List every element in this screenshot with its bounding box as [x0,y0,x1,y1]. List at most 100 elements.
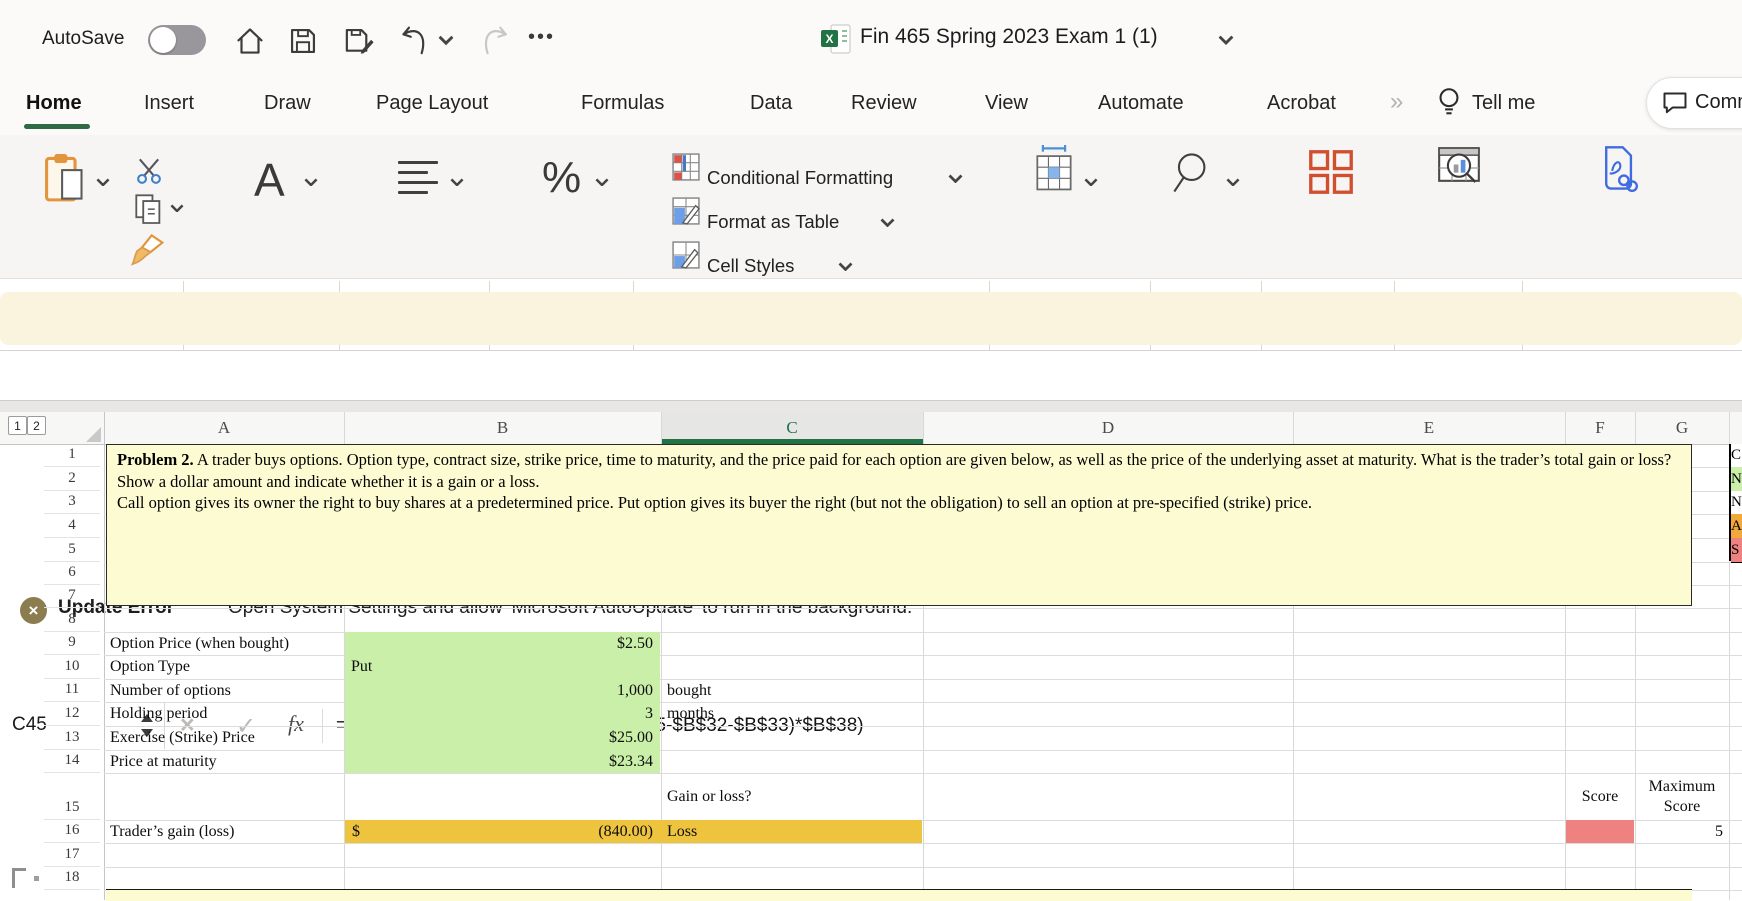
cell-B9[interactable]: $2.50 [350,632,653,655]
column-header-F[interactable]: F [1565,412,1636,444]
cell-B12[interactable]: 3 [350,702,653,726]
row-header-15[interactable]: 15 [44,773,100,820]
legend-cell-5[interactable]: S [1731,538,1742,563]
cells-chevron-icon[interactable] [1084,173,1098,187]
cell-B16-value[interactable]: (840.00) [350,820,653,843]
row-header-6[interactable]: 6 [44,562,100,585]
column-header-B[interactable]: B [344,412,662,444]
row-header-9[interactable]: 9 [44,632,100,655]
row-header-1[interactable]: 1 [44,444,100,467]
copy-icon[interactable] [134,193,164,224]
cell-C12[interactable]: months [667,702,867,726]
row-header-5[interactable]: 5 [44,538,100,562]
row-header-11[interactable]: 11 [44,679,100,702]
cell-B11[interactable]: 1,000 [350,679,653,702]
outline-level-1[interactable]: 1 [8,416,27,435]
tab-overflow-icon[interactable]: » [1390,88,1403,116]
tab-formulas[interactable]: Formulas [581,92,664,115]
cell-C15[interactable]: Gain or loss? [667,773,867,820]
select-all-corner[interactable] [86,427,101,442]
save-as-icon[interactable] [342,24,376,58]
column-header-A[interactable]: A [104,412,345,444]
conditional-formatting-menu[interactable]: Conditional Formatting [707,167,893,189]
column-header-G[interactable]: G [1635,412,1730,444]
add-ins-icon[interactable] [1308,149,1354,195]
row-header-3[interactable]: 3 [44,491,100,514]
row-header-7[interactable]: 7 [44,585,100,608]
cells-icon[interactable] [1034,145,1074,197]
undo-chevron-icon[interactable] [438,32,454,48]
cell-A11[interactable]: Number of options [110,679,340,702]
tab-automate[interactable]: Automate [1098,92,1184,115]
font-icon[interactable]: A [254,153,285,207]
cell-C11[interactable]: bought [667,679,867,702]
legend-cell-4[interactable]: A [1731,514,1742,539]
paste-icon[interactable] [44,152,88,208]
format-painter-icon[interactable] [130,233,166,267]
tab-draw[interactable]: Draw [264,92,311,115]
paste-chevron-icon[interactable] [96,173,110,187]
outline-level-2[interactable]: 2 [27,416,46,435]
title-chevron-icon[interactable] [1218,32,1234,46]
cell-A13[interactable]: Exercise (Strike) Price [110,726,340,750]
save-icon[interactable] [286,24,320,58]
font-chevron-icon[interactable] [304,173,318,187]
cell-G16[interactable]: 5 [1635,820,1723,843]
column-header-D[interactable]: D [923,412,1294,444]
tab-home[interactable]: Home [26,92,82,115]
name-box[interactable]: C45 [12,714,47,736]
number-chevron-icon[interactable] [595,173,609,187]
tab-review[interactable]: Review [851,92,917,115]
row-header-13[interactable]: 13 [44,726,100,750]
cell-B10[interactable]: Put [351,655,651,679]
tab-view[interactable]: View [985,92,1028,115]
row-header-17[interactable]: 17 [44,843,100,867]
cell-G15[interactable]: Maximum Score [1637,773,1727,820]
problem-statement-box[interactable]: Problem 2. A trader buys options. Option… [106,444,1692,606]
cell-B14[interactable]: $23.34 [350,750,653,773]
column-header-E[interactable]: E [1293,412,1566,444]
cell-A10[interactable]: Option Type [110,655,340,679]
tab-data[interactable]: Data [750,92,792,115]
cell-F15[interactable]: Score [1565,773,1635,820]
legend-cell-2[interactable]: N [1731,467,1742,492]
row-header-2[interactable]: 2 [44,467,100,491]
cut-icon[interactable] [134,157,164,184]
format-as-table-menu[interactable]: Format as Table [707,211,839,233]
legend-cell-3[interactable]: N [1731,491,1742,515]
more-commands-icon[interactable]: ••• [528,26,555,49]
row-header-14[interactable]: 14 [44,750,100,773]
autosave-toggle[interactable] [148,25,206,55]
cell-B13[interactable]: $25.00 [350,726,653,750]
create-pdf-icon[interactable] [1598,145,1638,193]
row-header-12[interactable]: 12 [44,702,100,726]
row-header-10[interactable]: 10 [44,655,100,679]
cell-A16[interactable]: Trader’s gain (loss) [110,820,340,843]
undo-icon[interactable] [398,24,432,58]
cell-styles-chevron-icon[interactable] [838,258,853,272]
row-header-4[interactable]: 4 [44,514,100,538]
conditional-formatting-chevron-icon[interactable] [948,170,963,184]
cell-A14[interactable]: Price at maturity [110,750,340,773]
tell-me-button[interactable]: Tell me [1472,92,1535,115]
tab-insert[interactable]: Insert [144,92,194,115]
row-header-8[interactable]: 8 [44,608,100,632]
error-close-icon[interactable]: × [20,597,47,624]
number-icon[interactable]: % [542,153,581,203]
row-header-18[interactable]: 18 [44,867,100,890]
home-icon[interactable] [233,24,267,58]
editing-icon[interactable] [1172,151,1216,197]
comments-button[interactable]: Comments [1646,77,1742,129]
cell-styles-menu[interactable]: Cell Styles [707,255,794,277]
cell-A9[interactable]: Option Price (when bought) [110,632,340,655]
analyze-data-icon[interactable] [1438,147,1480,187]
tab-acrobat[interactable]: Acrobat [1267,92,1336,115]
tab-page-layout[interactable]: Page Layout [376,92,488,115]
cell-C16[interactable]: Loss [667,820,867,843]
format-as-table-chevron-icon[interactable] [880,214,895,228]
document-title[interactable]: Fin 465 Spring 2023 Exam 1 (1) [860,25,1158,49]
cell-A12[interactable]: Holding period [110,702,340,726]
copy-chevron-icon[interactable] [170,199,184,213]
alignment-chevron-icon[interactable] [450,173,464,187]
legend-cell-1[interactable]: C [1731,444,1742,468]
